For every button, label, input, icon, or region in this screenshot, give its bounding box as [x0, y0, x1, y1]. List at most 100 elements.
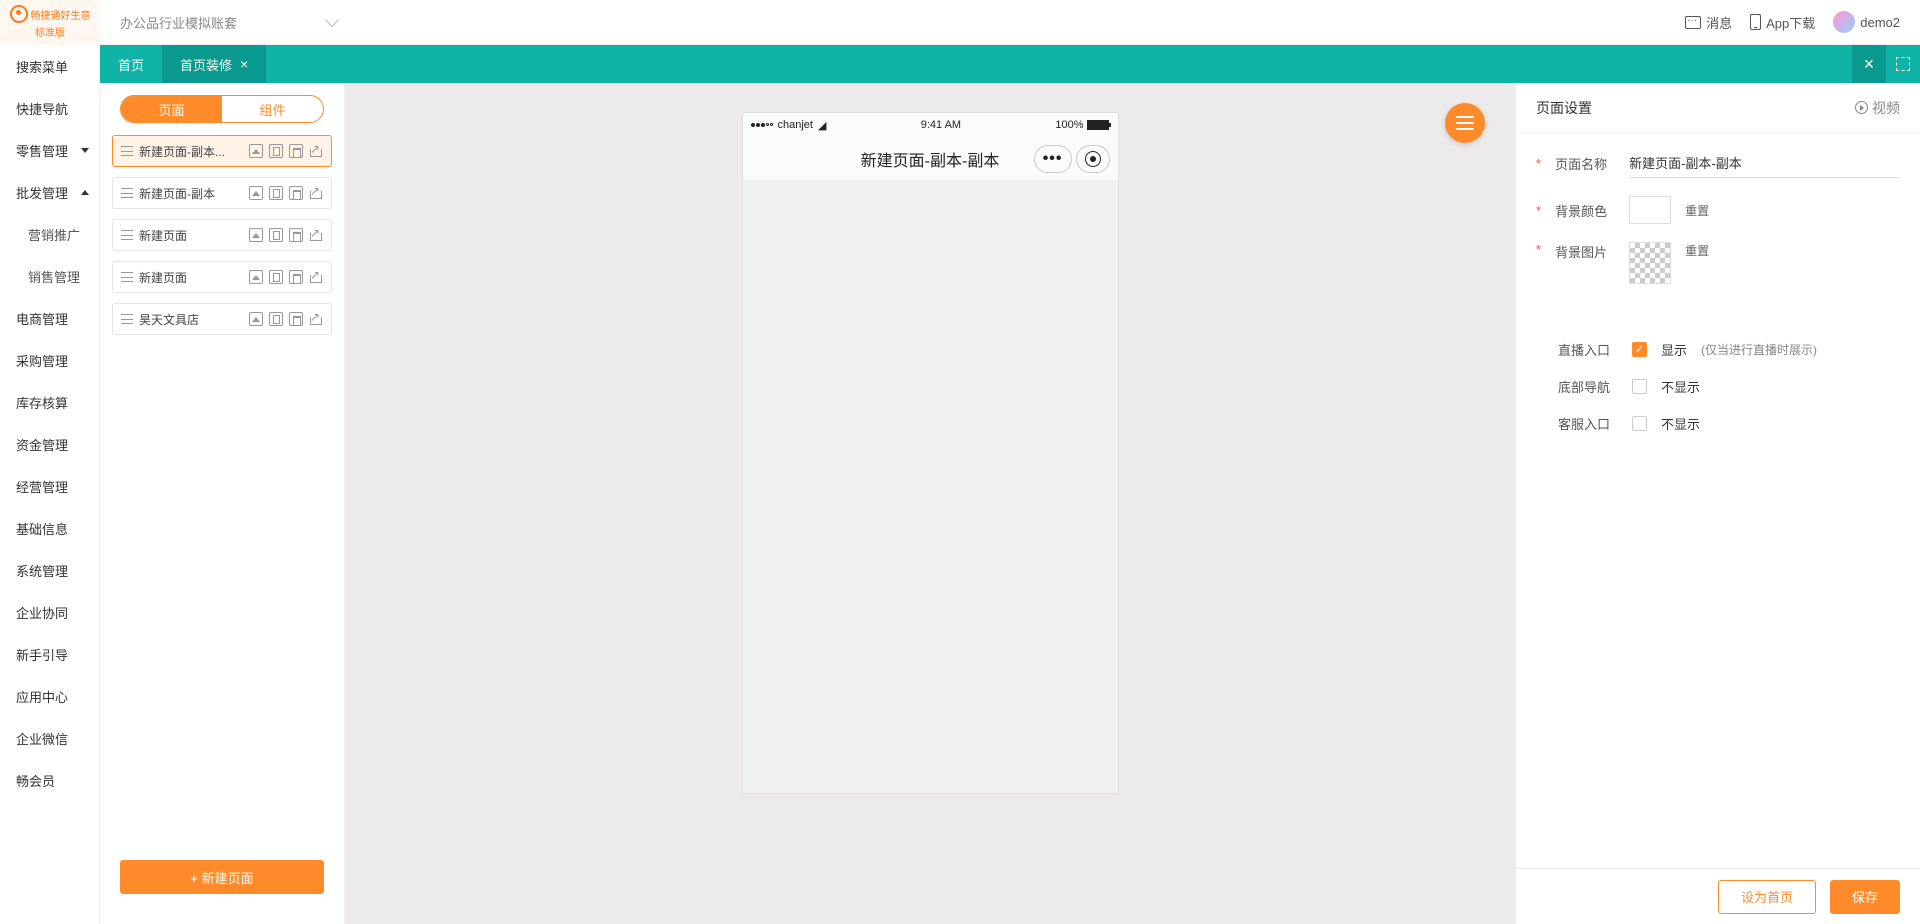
sidebar-item-4[interactable]: 营销推广: [0, 213, 99, 255]
user-menu[interactable]: demo2: [1833, 11, 1900, 33]
copy-icon[interactable]: [269, 186, 283, 200]
messages-button[interactable]: 消息: [1685, 13, 1732, 32]
page-item-1[interactable]: 新建页面-副本: [112, 177, 332, 209]
sidebar-item-13[interactable]: 企业协同: [0, 591, 99, 633]
sidebar-item-1[interactable]: 快捷导航: [0, 87, 99, 129]
tab-home[interactable]: 首页: [100, 45, 162, 83]
phone-navbar: 新建页面-副本-副本 •••: [743, 137, 1118, 181]
play-icon: [1855, 101, 1868, 114]
sidebar-item-11[interactable]: 基础信息: [0, 507, 99, 549]
canvas: chanjet ◢ 9:41 AM 100% 新建页面-副本-副本 •••: [345, 83, 1515, 924]
sidebar-item-6[interactable]: 电商管理: [0, 297, 99, 339]
sidebar-item-5[interactable]: 销售管理: [0, 255, 99, 297]
logo: 畅捷通好生意 标准版: [0, 0, 100, 45]
page-item-4[interactable]: 昊天文具店: [112, 303, 332, 335]
home-icon[interactable]: [249, 228, 263, 242]
brand-text: 畅捷通好生意: [31, 7, 91, 22]
sidebar-item-15[interactable]: 应用中心: [0, 675, 99, 717]
copy-icon[interactable]: [269, 144, 283, 158]
delete-icon[interactable]: [289, 312, 303, 326]
drag-icon[interactable]: [121, 272, 133, 282]
sidebar-item-8[interactable]: 库存核算: [0, 381, 99, 423]
drag-icon[interactable]: [121, 314, 133, 324]
sidebar-item-7[interactable]: 采购管理: [0, 339, 99, 381]
float-menu-button[interactable]: [1445, 103, 1485, 143]
save-button[interactable]: 保存: [1830, 880, 1900, 914]
set-home-button[interactable]: 设为首页: [1718, 880, 1816, 914]
drag-icon[interactable]: [121, 188, 133, 198]
sidebar-item-17[interactable]: 畅会员: [0, 759, 99, 801]
time-label: 9:41 AM: [921, 119, 961, 131]
external-link-icon[interactable]: [309, 228, 323, 242]
bg-color-label: 背景颜色: [1555, 201, 1615, 220]
avatar: [1833, 11, 1855, 33]
live-checkbox[interactable]: [1632, 342, 1647, 357]
video-help-button[interactable]: 视频: [1855, 98, 1900, 118]
copy-icon[interactable]: [269, 270, 283, 284]
bg-color-reset[interactable]: 重置: [1685, 202, 1709, 219]
bg-color-swatch[interactable]: [1629, 196, 1671, 224]
live-hint: (仅当进行直播时展示): [1701, 341, 1817, 358]
sidebar-item-3[interactable]: 批发管理: [0, 171, 99, 213]
external-link-icon[interactable]: [309, 144, 323, 158]
service-checkbox[interactable]: [1632, 416, 1647, 431]
miniapp-menu[interactable]: •••: [1034, 145, 1072, 173]
app-label: App下载: [1766, 13, 1815, 32]
delete-icon[interactable]: [289, 228, 303, 242]
page-item-0[interactable]: 新建页面-副本...: [112, 135, 332, 167]
sidebar: 搜索菜单快捷导航零售管理批发管理营销推广销售管理电商管理采购管理库存核算资金管理…: [0, 45, 100, 924]
delete-icon[interactable]: [289, 144, 303, 158]
wifi-icon: ◢: [818, 119, 826, 132]
topbar: 畅捷通好生意 标准版 办公品行业模拟账套 消息 App下载 demo2: [0, 0, 1920, 45]
sidebar-item-10[interactable]: 经营管理: [0, 465, 99, 507]
bottom-nav-text: 不显示: [1661, 377, 1700, 396]
delete-icon[interactable]: [289, 270, 303, 284]
home-icon[interactable]: [249, 186, 263, 200]
sidebar-item-0[interactable]: 搜索菜单: [0, 45, 99, 87]
page-item-3[interactable]: 新建页面: [112, 261, 332, 293]
external-link-icon[interactable]: [309, 312, 323, 326]
dots-icon: •••: [1043, 150, 1063, 168]
fullscreen-button[interactable]: [1886, 45, 1920, 83]
video-label: 视频: [1872, 98, 1900, 118]
signal-icon: [751, 123, 773, 127]
external-link-icon[interactable]: [309, 270, 323, 284]
page-item-label: 新建页面: [139, 227, 243, 244]
bottom-nav-checkbox[interactable]: [1632, 379, 1647, 394]
home-icon[interactable]: [249, 312, 263, 326]
drag-icon[interactable]: [121, 230, 133, 240]
sidebar-item-16[interactable]: 企业微信: [0, 717, 99, 759]
service-entry-label: 客服入口: [1558, 414, 1618, 433]
sidebar-item-2[interactable]: 零售管理: [0, 129, 99, 171]
battery-label: 100%: [1055, 119, 1083, 131]
home-icon[interactable]: [249, 270, 263, 284]
miniapp-close[interactable]: [1076, 145, 1110, 173]
tab-home-label: 首页: [118, 55, 144, 74]
tab-close-icon[interactable]: ×: [240, 56, 248, 72]
user-name: demo2: [1860, 15, 1900, 30]
page-item-label: 新建页面: [139, 269, 243, 286]
sidebar-item-14[interactable]: 新手引导: [0, 633, 99, 675]
app-download-button[interactable]: App下载: [1750, 13, 1815, 32]
tab-decor[interactable]: 首页装修 ×: [162, 45, 266, 83]
drag-icon[interactable]: [121, 146, 133, 156]
segment-component[interactable]: 组件: [222, 96, 323, 122]
sidebar-item-12[interactable]: 系统管理: [0, 549, 99, 591]
sidebar-item-9[interactable]: 资金管理: [0, 423, 99, 465]
account-selector[interactable]: 办公品行业模拟账套: [120, 13, 337, 32]
new-page-button[interactable]: + 新建页面: [120, 860, 324, 894]
bg-image-reset[interactable]: 重置: [1685, 242, 1709, 259]
bg-image-picker[interactable]: [1629, 242, 1671, 284]
copy-icon[interactable]: [269, 228, 283, 242]
page-name-input[interactable]: [1629, 148, 1900, 178]
segment-page[interactable]: 页面: [121, 96, 222, 122]
delete-icon[interactable]: [289, 186, 303, 200]
message-icon: [1685, 16, 1701, 29]
page-item-2[interactable]: 新建页面: [112, 219, 332, 251]
copy-icon[interactable]: [269, 312, 283, 326]
home-icon[interactable]: [249, 144, 263, 158]
close-panel-button[interactable]: ×: [1852, 45, 1886, 83]
external-link-icon[interactable]: [309, 186, 323, 200]
carrier-label: chanjet: [778, 119, 813, 131]
account-name: 办公品行业模拟账套: [120, 13, 237, 32]
